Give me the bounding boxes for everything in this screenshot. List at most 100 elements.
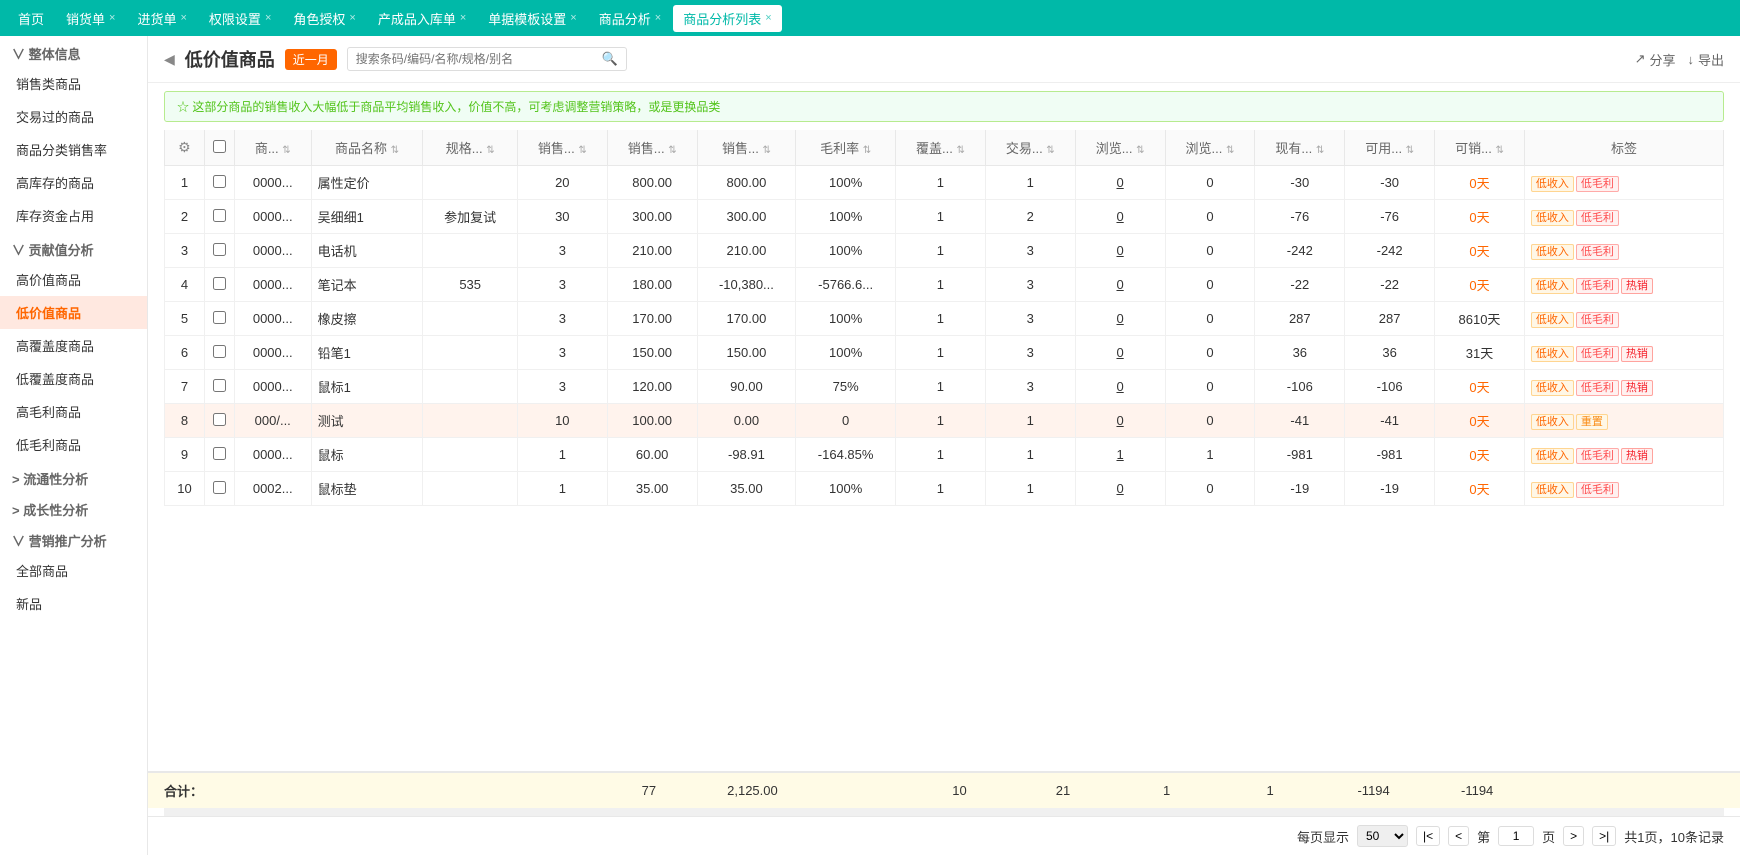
footer-values: 77 2,125.00 10 21 1 1 -1194 -1194 — [219, 783, 1724, 798]
sidebar-item-low-coverage[interactable]: 低覆盖度商品 — [0, 362, 147, 395]
row-checkbox[interactable] — [213, 447, 226, 460]
first-page-button[interactable]: |< — [1416, 826, 1440, 846]
nav-close-role-auth[interactable]: × — [349, 12, 355, 24]
cell-checkbox[interactable] — [204, 200, 234, 234]
cell-name[interactable]: 测试 — [311, 404, 423, 438]
sidebar-group-marketing[interactable]: ∨ 营销推广分析 — [0, 523, 147, 554]
sidebar-item-high-value[interactable]: 高价值商品 — [0, 263, 147, 296]
next-page-button[interactable]: > — [1563, 826, 1584, 846]
cell-checkbox[interactable] — [204, 404, 234, 438]
sidebar-item-category-sales-rate[interactable]: 商品分类销售率 — [0, 133, 147, 166]
cell-name[interactable]: 鼠标1 — [311, 370, 423, 404]
cell-name[interactable]: 吴细细1 — [311, 200, 423, 234]
cell-browse1[interactable]: 0 — [1075, 336, 1165, 370]
cell-browse1[interactable]: 0 — [1075, 166, 1165, 200]
cell-name[interactable]: 鼠标 — [311, 438, 423, 472]
sidebar-item-low-margin[interactable]: 低毛利商品 — [0, 428, 147, 461]
sidebar-item-all-products[interactable]: 全部商品 — [0, 554, 147, 587]
nav-product-analysis[interactable]: 商品分析 × — [589, 5, 671, 32]
cell-browse1[interactable]: 0 — [1075, 302, 1165, 336]
row-checkbox[interactable] — [213, 345, 226, 358]
nav-close-purchase-order[interactable]: × — [180, 12, 186, 24]
cell-name[interactable]: 属性定价 — [311, 166, 423, 200]
nav-close-product-inbound[interactable]: × — [460, 12, 466, 24]
cell-index: 8 — [165, 404, 205, 438]
cell-browse1[interactable]: 0 — [1075, 200, 1165, 234]
cell-browse1[interactable]: 0 — [1075, 370, 1165, 404]
cell-checkbox[interactable] — [204, 370, 234, 404]
cell-name[interactable]: 笔记本 — [311, 268, 423, 302]
cell-name[interactable]: 橡皮擦 — [311, 302, 423, 336]
page-input[interactable] — [1498, 826, 1534, 846]
select-all-checkbox[interactable] — [213, 140, 226, 153]
last-page-button[interactable]: >| — [1592, 826, 1616, 846]
cell-name[interactable]: 铅笔1 — [311, 336, 423, 370]
sidebar-item-high-inventory[interactable]: 高库存的商品 — [0, 166, 147, 199]
cell-checkbox[interactable] — [204, 472, 234, 506]
page-size-select[interactable]: 50 100 200 — [1357, 825, 1408, 847]
export-button[interactable]: ↓ 导出 — [1687, 50, 1724, 69]
nav-close-product-analysis[interactable]: × — [655, 12, 661, 24]
cell-browse1[interactable]: 0 — [1075, 404, 1165, 438]
row-checkbox[interactable] — [213, 311, 226, 324]
cell-browse1[interactable]: 0 — [1075, 268, 1165, 302]
collapse-icon[interactable]: ◀ — [164, 51, 175, 68]
row-checkbox[interactable] — [213, 243, 226, 256]
time-range-tag[interactable]: 近一月 — [285, 49, 337, 70]
horizontal-scrollbar[interactable] — [164, 808, 1724, 816]
row-checkbox[interactable] — [213, 209, 226, 222]
prev-page-button[interactable]: < — [1448, 826, 1469, 846]
sidebar-item-high-margin[interactable]: 高毛利商品 — [0, 395, 147, 428]
nav-template-settings[interactable]: 单据模板设置 × — [478, 5, 586, 32]
cell-coverage: 1 — [896, 302, 986, 336]
search-icon[interactable]: 🔍 — [602, 51, 618, 67]
row-checkbox[interactable] — [213, 175, 226, 188]
sidebar-item-traded-products[interactable]: 交易过的商品 — [0, 100, 147, 133]
sidebar-group-overall[interactable]: ∨ 整体信息 — [0, 36, 147, 67]
cell-checkbox[interactable] — [204, 166, 234, 200]
nav-close-sales-order[interactable]: × — [109, 12, 115, 24]
cell-tags: 低收入低毛利 — [1524, 200, 1723, 234]
cell-browse1[interactable]: 0 — [1075, 234, 1165, 268]
sidebar-group-circulation[interactable]: > 流通性分析 — [0, 461, 147, 492]
nav-permission-settings[interactable]: 权限设置 × — [199, 5, 281, 32]
sidebar-group-growth[interactable]: > 成长性分析 — [0, 492, 147, 523]
cell-browse1[interactable]: 0 — [1075, 472, 1165, 506]
cell-checkbox[interactable] — [204, 302, 234, 336]
sidebar-group-contribution[interactable]: ∨ 贡献值分析 — [0, 232, 147, 263]
sidebar-item-sales-products[interactable]: 销售类商品 — [0, 67, 147, 100]
nav-sales-order[interactable]: 销货单 × — [56, 5, 125, 32]
nav-close-product-analysis-list[interactable]: × — [765, 12, 771, 24]
search-input[interactable] — [356, 52, 596, 66]
col-available: 可用... ⇅ — [1345, 130, 1435, 166]
cell-checkbox[interactable] — [204, 336, 234, 370]
sidebar-item-inventory-capital[interactable]: 库存资金占用 — [0, 199, 147, 232]
nav-product-inbound[interactable]: 产成品入库单 × — [368, 5, 476, 32]
row-checkbox[interactable] — [213, 413, 226, 426]
table-container[interactable]: ⚙ 商... ⇅ 商品名称 ⇅ 规格... ⇅ 销售... ⇅ 销售... ⇅ … — [148, 130, 1740, 771]
cell-browse1[interactable]: 1 — [1075, 438, 1165, 472]
nav-purchase-order[interactable]: 进货单 × — [127, 5, 196, 32]
col-settings[interactable]: ⚙ — [165, 130, 205, 166]
sidebar-item-low-value[interactable]: 低价值商品 — [0, 296, 147, 329]
cell-checkbox[interactable] — [204, 234, 234, 268]
share-button[interactable]: ↗ 分享 — [1635, 50, 1676, 69]
nav-close-template[interactable]: × — [570, 12, 576, 24]
cell-coverage: 1 — [896, 438, 986, 472]
col-checkbox[interactable] — [204, 130, 234, 166]
sidebar-item-high-coverage[interactable]: 高覆盖度商品 — [0, 329, 147, 362]
cell-name[interactable]: 电话机 — [311, 234, 423, 268]
nav-role-auth[interactable]: 角色授权 × — [283, 5, 365, 32]
nav-home[interactable]: 首页 — [8, 5, 54, 32]
row-checkbox[interactable] — [213, 379, 226, 392]
cell-name[interactable]: 鼠标垫 — [311, 472, 423, 506]
sidebar-item-new-products[interactable]: 新品 — [0, 587, 147, 620]
nav-close-permission[interactable]: × — [265, 12, 271, 24]
cell-checkbox[interactable] — [204, 438, 234, 472]
cell-browse2: 0 — [1165, 472, 1255, 506]
cell-checkbox[interactable] — [204, 268, 234, 302]
nav-product-analysis-list[interactable]: 商品分析列表 × — [673, 5, 781, 32]
row-checkbox[interactable] — [213, 481, 226, 494]
row-checkbox[interactable] — [213, 277, 226, 290]
cell-index: 10 — [165, 472, 205, 506]
